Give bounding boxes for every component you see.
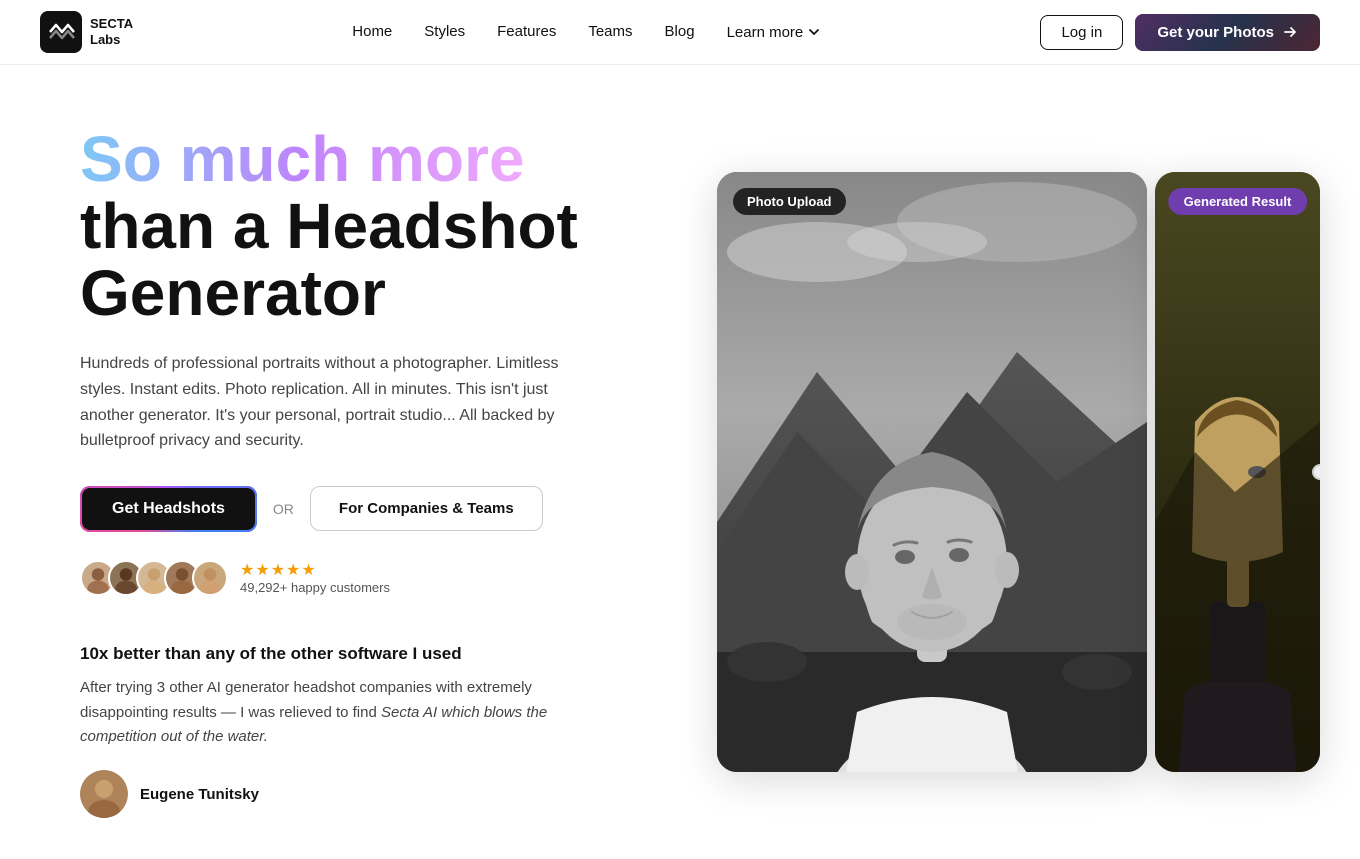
testimonial-author: Eugene Tunitsky (80, 770, 600, 818)
star-rating: ★★★★★ (240, 560, 390, 580)
photo-upload-card: Photo Upload (717, 172, 1147, 772)
hero-heading: So much more than a Headshot Generator (80, 126, 600, 328)
get-headshots-button[interactable]: Get Headshots (80, 486, 257, 532)
nav-features[interactable]: Features (497, 23, 556, 40)
hero-buttons: Get Headshots OR For Companies & Teams (80, 486, 600, 532)
brand-name-line1: SECTA (90, 16, 133, 32)
avatar-5 (192, 560, 228, 596)
hero-heading-line1: than a Headshot Generator (80, 190, 578, 329)
or-divider: OR (273, 501, 294, 517)
photo-upload-badge: Photo Upload (733, 188, 846, 215)
nav-blog[interactable]: Blog (665, 23, 695, 40)
nav-actions: Log in Get your Photos (1040, 14, 1320, 51)
hero-description: Hundreds of professional portraits witho… (80, 351, 600, 453)
result-portrait-svg (1155, 172, 1320, 772)
navbar: SECTA Labs Home Styles Features Teams Bl… (0, 0, 1360, 65)
arrow-right-icon (1282, 24, 1298, 40)
hero-section: So much more than a Headshot Generator H… (0, 65, 1360, 859)
customer-count: 49,292+ happy customers (240, 580, 390, 595)
chevron-down-icon (807, 25, 821, 39)
social-proof: ★★★★★ 49,292+ happy customers (80, 560, 600, 596)
testimonial-body: After trying 3 other AI generator headsh… (80, 676, 590, 750)
nav-teams[interactable]: Teams (588, 23, 632, 40)
author-avatar (80, 770, 128, 818)
companies-teams-button[interactable]: For Companies & Teams (310, 486, 543, 531)
nav-links: Home Styles Features Teams Blog Learn mo… (352, 23, 821, 41)
nav-styles[interactable]: Styles (424, 23, 465, 40)
testimonial: 10x better than any of the other softwar… (80, 644, 600, 818)
nav-learn-more[interactable]: Learn more (727, 24, 822, 41)
author-name: Eugene Tunitsky (140, 786, 259, 803)
portrait-svg (717, 172, 1147, 772)
hero-heading-gradient: So much more (80, 123, 525, 195)
nav-home[interactable]: Home (352, 23, 392, 40)
get-photos-button[interactable]: Get your Photos (1135, 14, 1320, 51)
brand-logo[interactable]: SECTA Labs (40, 11, 133, 53)
ratings: ★★★★★ 49,292+ happy customers (240, 560, 390, 595)
hero-images: Photo Upload (717, 172, 1320, 772)
logo-icon (40, 11, 82, 53)
generated-result-badge: Generated Result (1168, 188, 1308, 215)
login-button[interactable]: Log in (1040, 15, 1123, 50)
testimonial-title: 10x better than any of the other softwar… (80, 644, 600, 664)
generated-result-card: Generated Result (1155, 172, 1320, 772)
customer-avatars (80, 560, 228, 596)
brand-name-line2: Labs (90, 32, 133, 48)
hero-left: So much more than a Headshot Generator H… (80, 126, 600, 818)
